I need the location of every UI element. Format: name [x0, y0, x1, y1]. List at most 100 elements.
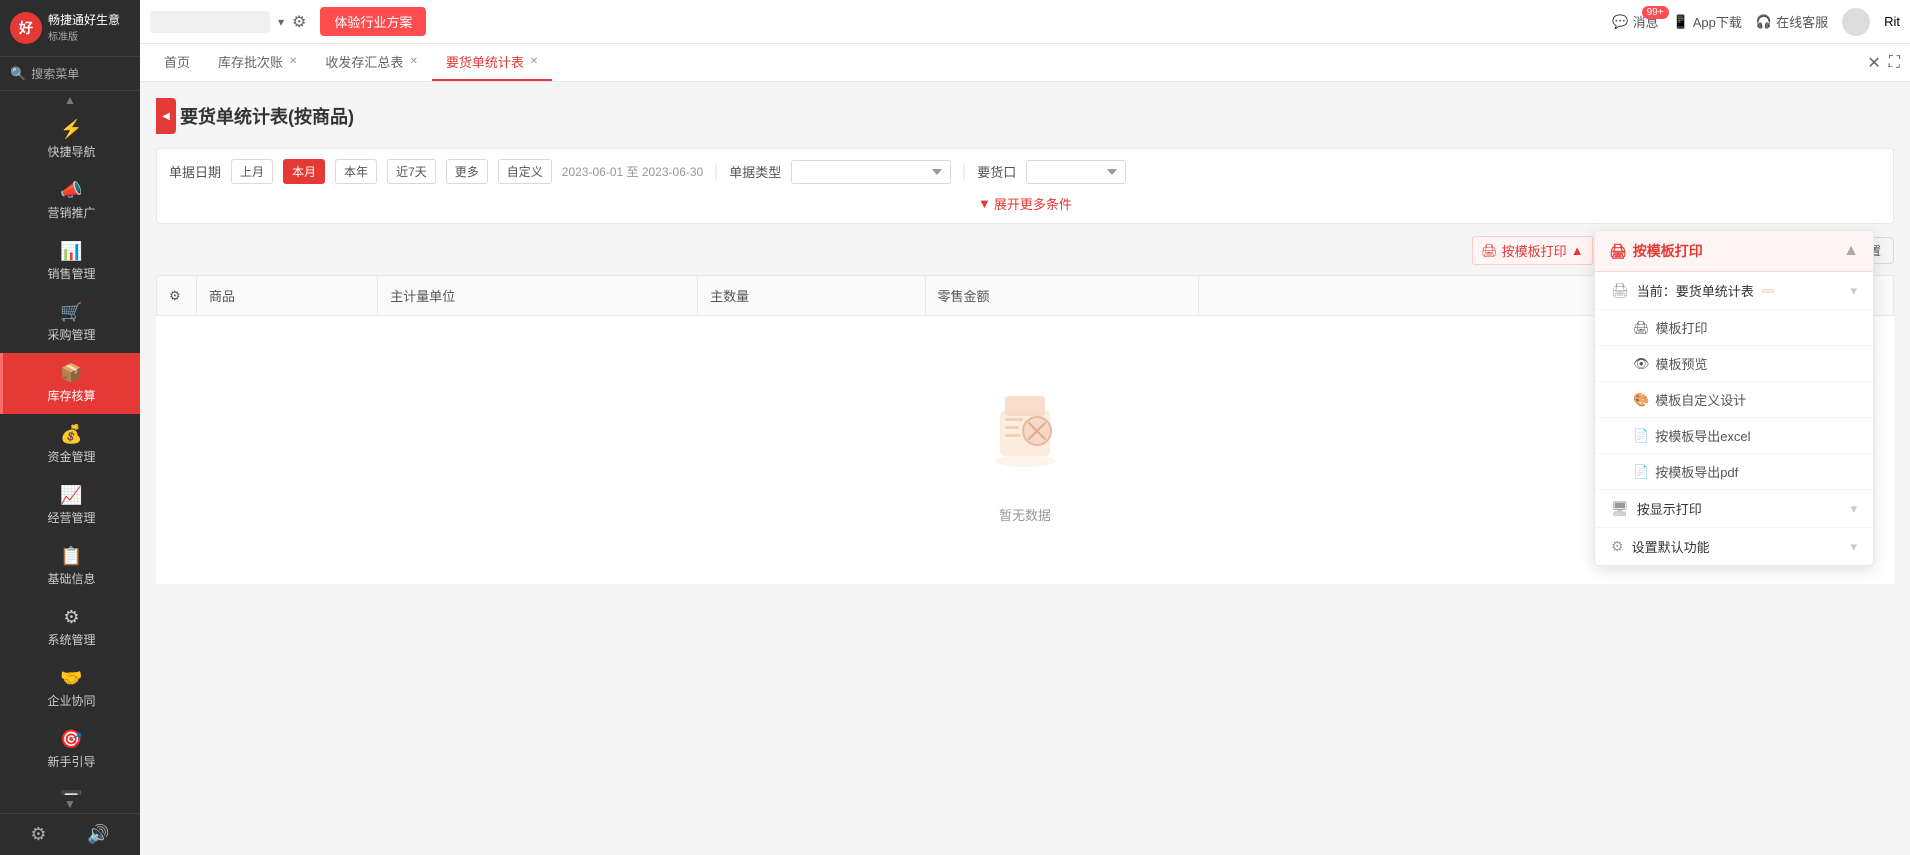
col-settings-icon[interactable]: ⚙: [169, 288, 181, 303]
app-download-btn[interactable]: 📱 App下载: [1673, 12, 1742, 31]
tab-home-label: 首页: [164, 52, 190, 71]
search-menu-label: 搜索菜单: [31, 65, 79, 82]
sales-icon: 📊: [60, 241, 82, 262]
purchase-icon: 🛒: [60, 302, 82, 323]
expand-icon: ▼: [978, 196, 991, 211]
print-btn[interactable]: 🖨 按模板打印 ▲: [1472, 236, 1592, 265]
display-print-label: 按显示打印: [1637, 499, 1702, 518]
dropdown-current-item[interactable]: 🖨 当前：要货单统计表 ▾: [1595, 272, 1873, 310]
messages-btn[interactable]: 💬 消息 99+: [1612, 12, 1658, 31]
sidebar-item-label: 基础信息: [47, 570, 95, 587]
newbie-icon: 🎯: [60, 729, 82, 750]
current-month-btn[interactable]: 本月: [283, 159, 325, 184]
tab-order-summary[interactable]: 要货单统计表 ✕: [432, 44, 552, 81]
dropdown-item-display-print[interactable]: 🖥 按显示打印 ▾: [1595, 490, 1873, 528]
col-quantity: 主数量: [698, 276, 925, 316]
tab-inventory-batch[interactable]: 库存批次账 ✕: [204, 44, 311, 81]
filter-row-1: 单据日期 上月 本月 本年 近7天 更多 自定义 2023-06-01 至 20…: [169, 159, 1881, 184]
type-select[interactable]: [791, 160, 951, 184]
sidebar-item-collab[interactable]: 🤝 企业协同: [0, 658, 140, 719]
dropdown-item-default-fn[interactable]: ⚙ 设置默认功能 ▾: [1595, 528, 1873, 565]
export-pdf-icon: 📄: [1633, 464, 1649, 480]
sidebar-item-label: 新手引导: [47, 753, 95, 770]
sidebar-item-sales[interactable]: 📊 销售管理: [0, 231, 140, 292]
dropdown-item-template-custom[interactable]: 🎨 模板自定义设计: [1595, 382, 1873, 418]
prev-month-btn[interactable]: 上月: [231, 159, 273, 184]
current-item-label: 当前：要货单统计表: [1637, 281, 1754, 300]
default-fn-chevron: ▾: [1850, 539, 1857, 555]
tab-inventory-batch-close[interactable]: ✕: [289, 56, 297, 67]
red-expand-btn[interactable]: ◀: [156, 98, 176, 134]
marketing-icon: 📣: [60, 180, 82, 201]
sidebar-item-label: 系统管理: [47, 631, 95, 648]
dropdown-title: 🖨 按模板打印: [1609, 241, 1703, 261]
sidebar-item-purchase[interactable]: 🛒 采购管理: [0, 292, 140, 353]
col-product: 商品: [197, 276, 378, 316]
col-amount: 零售金额: [925, 276, 1199, 316]
dropdown-close-btn[interactable]: ▲: [1843, 242, 1859, 260]
sidebar-item-operations[interactable]: 📈 经营管理: [0, 475, 140, 536]
sidebar-item-label: 营销推广: [47, 204, 95, 221]
sidebar-item-label: 采购管理: [47, 326, 95, 343]
sidebar-item-marketing[interactable]: 📣 营销推广: [0, 170, 140, 231]
export-excel-label: 按模板导出excel: [1655, 426, 1750, 445]
tab-maximize-btn[interactable]: ⛶: [1889, 53, 1900, 73]
sidebar-item-basic[interactable]: 📋 基础信息: [0, 536, 140, 597]
tab-close-window-btn[interactable]: ✕: [1867, 53, 1880, 73]
app-download-label: App下载: [1693, 12, 1742, 31]
topbar: ▾ ⚙ 体验行业方案 💬 消息 99+ 📱 App下载 🎧 在线客服 Rit: [140, 0, 1910, 44]
topbar-search-input[interactable]: [150, 11, 270, 33]
sidebar-item-inventory[interactable]: 📦 库存核算: [0, 353, 140, 414]
sidebar-item-finance[interactable]: 💰 资金管理: [0, 414, 140, 475]
current-year-btn[interactable]: 本年: [335, 159, 377, 184]
search-menu[interactable]: 🔍 搜索菜单: [0, 57, 140, 91]
require-type-select[interactable]: [1026, 160, 1126, 184]
display-print-icon: 🖥: [1611, 500, 1629, 517]
sidebar-item-label: 销售管理: [47, 265, 95, 282]
template-custom-label: 模板自定义设计: [1655, 390, 1746, 409]
topbar-gear-icon[interactable]: ⚙: [292, 12, 306, 32]
scroll-down-btn[interactable]: ▼: [0, 795, 140, 813]
sidebar-item-system[interactable]: ⚙ 系统管理: [0, 597, 140, 658]
tab-receivables-close[interactable]: ✕: [409, 56, 417, 67]
dropdown-item-template-preview[interactable]: 👁 模板预览: [1595, 346, 1873, 382]
topbar-dropdown-btn[interactable]: ▾: [278, 15, 284, 29]
col-settings[interactable]: ⚙: [157, 276, 197, 316]
tab-receivables-label: 收发存汇总表: [325, 52, 403, 71]
display-print-left: 🖥 按显示打印: [1611, 499, 1702, 518]
template-preview-label: 模板预览: [1656, 354, 1708, 373]
dropdown-item-export-excel[interactable]: 📄 按模板导出excel: [1595, 418, 1873, 454]
empty-illustration: [975, 376, 1075, 493]
dropdown-item-export-pdf[interactable]: 📄 按模板导出pdf: [1595, 454, 1873, 490]
sidebar-nav: ⚡ 快捷导航 📣 营销推广 📊 销售管理 🛒 采购管理 📦 库存核算 💰 资金管…: [0, 109, 140, 795]
sidebar-item-newbie[interactable]: 🎯 新手引导: [0, 719, 140, 780]
tab-receivables[interactable]: 收发存汇总表 ✕: [311, 44, 431, 81]
scroll-up-btn[interactable]: ▲: [0, 91, 140, 109]
print-btn-label: 按模板打印: [1502, 241, 1567, 260]
dropdown-item-template-print[interactable]: 🖨 模板打印: [1595, 310, 1873, 346]
trial-btn[interactable]: 体验行业方案: [320, 7, 426, 36]
custom-btn[interactable]: 自定义: [498, 159, 552, 184]
sidebar: 好 畅捷通好生意 标准版 🔍 搜索菜单 ▲ ⚡ 快捷导航 📣 营销推广 📊 销售…: [0, 0, 140, 855]
more-btn[interactable]: 更多: [446, 159, 488, 184]
logo-icon: 好: [10, 12, 42, 44]
page-content: ◀ 要货单统计表(按商品) 单据日期 上月 本月 本年 近7天 更多 自定义 2…: [140, 82, 1910, 855]
message-icon: 💬: [1612, 14, 1628, 30]
print-chevron-icon: ▲: [1571, 243, 1584, 258]
tab-order-summary-close[interactable]: ✕: [530, 56, 538, 67]
collab-icon: 🤝: [60, 668, 82, 689]
settings-bottom-icon[interactable]: ⚙: [30, 824, 46, 845]
filter-bar: 单据日期 上月 本月 本年 近7天 更多 自定义 2023-06-01 至 20…: [156, 148, 1894, 224]
expand-more-btn[interactable]: ▼ 展开更多条件: [978, 194, 1072, 213]
tab-home[interactable]: 首页: [150, 44, 204, 81]
last-7-days-btn[interactable]: 近7天: [387, 159, 436, 184]
date-range-display: 2023-06-01 至 2023-06-30: [562, 163, 703, 180]
sidebar-item-appstore[interactable]: 🔲 应用中心: [0, 780, 140, 795]
speaker-bottom-icon[interactable]: 🔊: [87, 824, 109, 845]
username-label: Rit: [1884, 14, 1900, 29]
date-label: 单据日期: [169, 162, 221, 181]
sidebar-item-quick-nav[interactable]: ⚡ 快捷导航: [0, 109, 140, 170]
dropdown-title-text: 按模板打印: [1633, 241, 1703, 261]
avatar[interactable]: [1842, 8, 1870, 36]
online-service-btn[interactable]: 🎧 在线客服: [1756, 12, 1828, 31]
